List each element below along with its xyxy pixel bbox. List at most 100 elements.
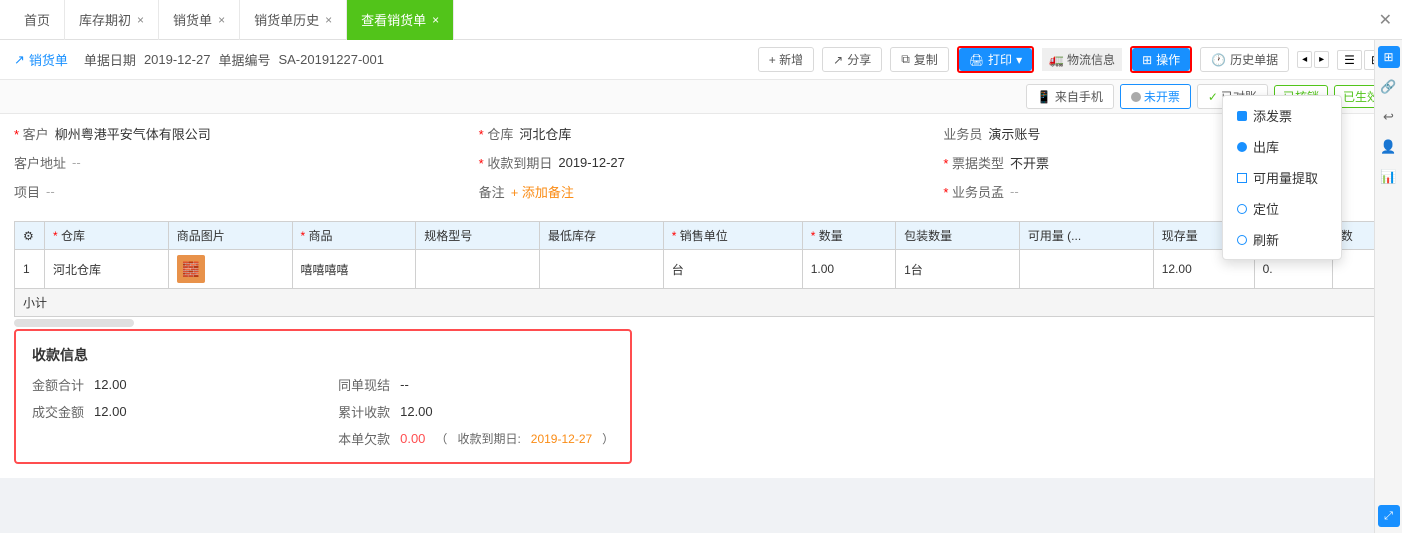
project-field: 项目 -- [14,182,459,201]
nav-next[interactable]: ▸ [1314,51,1329,68]
tab-history-close[interactable]: × [325,13,332,27]
phone-icon: 📱 [1037,90,1052,104]
row-spec [416,250,540,289]
share-button[interactable]: ↗ 分享 [822,47,882,72]
sidebar-icon-1[interactable]: ⊞ [1378,46,1400,68]
same-order-label: 同单现结 [338,375,390,394]
transaction-row: 成交金额 12.00 [32,402,308,421]
transaction-value: 12.00 [94,404,127,419]
outbound-icon [1237,142,1247,152]
nav-prev[interactable]: ◂ [1297,51,1312,68]
add-invoice-label: 添发票 [1253,106,1292,125]
tab-sales-history[interactable]: 销货单历史 × [240,0,347,40]
logistics-button[interactable]: 🚛 物流信息 [1042,48,1122,71]
sidebar-icon-4[interactable]: 👤 [1378,136,1400,158]
staff-label: 业务员 [943,124,982,143]
share-icon: ↗ [833,53,843,67]
row-product: 嘻嘻嘻嘻 [292,250,416,289]
product-image: 🧱 [177,255,205,283]
subtotal-row: 小计 [15,289,1388,317]
notes-label: 备注 [479,182,505,201]
sidebar-expand-icon[interactable]: ⤢ [1378,505,1400,527]
operations-button[interactable]: ⊞ 操作 [1132,48,1190,71]
copy-label: 复制 [914,51,938,68]
transaction-label: 成交金额 [32,402,84,421]
payment-date-field: 收款到期日 2019-12-27 [479,153,924,172]
dropdown-refresh[interactable]: 刷新 [1223,224,1341,255]
row-available [1019,250,1153,289]
summary-title: 收款信息 [32,345,614,365]
staff2-label: 业务员孟 [943,182,1004,201]
print-icon: 🖨 [969,53,984,67]
date-label: 单据日期 [84,50,136,69]
address-label: 客户地址 [14,153,66,172]
tab-inventory-close[interactable]: × [137,13,144,27]
same-order-value: -- [400,377,409,392]
outbound-label: 出库 [1253,137,1279,156]
toolbar-row: 📱 来自手机 未开票 ✓ 已对账 已核销 已生效 [0,80,1402,114]
tab-home[interactable]: 首页 [10,0,65,40]
customer-label: 客户 [14,124,49,143]
form-header-left: ↗ 销货单 单据日期 2019-12-27 单据编号 SA-20191227-0… [14,50,384,69]
summary-panel: 收款信息 金额合计 12.00 同单现结 -- 成交金额 12.00 累计收款 … [14,329,632,464]
tab-view-sales[interactable]: 查看销货单 × [347,0,454,40]
number-label: 单据编号 [218,50,270,69]
col-available: 可用量 (... [1019,222,1153,250]
from-phone-label: 来自手机 [1055,88,1103,105]
col-pack-qty: 包装数量 [896,222,1020,250]
tab-inventory-label: 库存期初 [79,10,131,29]
number-value: SA-20191227-001 [278,52,384,67]
col-settings[interactable]: ⚙ [15,222,45,250]
history-button[interactable]: 🕐 历史单据 [1200,47,1289,72]
copy-button[interactable]: ⧉ 复制 [890,47,949,72]
warehouse-label: 仓库 [479,124,514,143]
row-quantity: 1.00 [802,250,895,289]
tab-view-close[interactable]: × [432,13,439,27]
sales-order-icon: ↗ [14,52,25,68]
print-button[interactable]: 🖨 打印 ▾ [959,48,1032,71]
cumulative-value: 12.00 [400,404,433,419]
list-view-btn[interactable]: ☰ [1337,50,1362,70]
table-row: 1 河北仓库 🧱 嘻嘻嘻嘻 台 1.00 1台 [15,250,1388,289]
dropdown-outbound[interactable]: 出库 [1223,131,1341,162]
total-row: 金额合计 12.00 [32,375,308,394]
customer-field: 客户 柳州粤港平安气体有限公司 [14,124,459,143]
row-sales-unit: 台 [663,250,802,289]
available-label: 可用量提取 [1253,168,1318,187]
dropdown-add-invoice[interactable]: 添发票 [1223,100,1341,131]
tab-sales-close[interactable]: × [218,13,225,27]
tab-sales-order[interactable]: 销货单 × [159,0,240,40]
print-dropdown-icon: ▾ [1016,53,1022,67]
form-row-2: 客户地址 -- 收款到期日 2019-12-27 票据类型 不开票 [14,153,1388,172]
sidebar-icon-3[interactable]: ↩ [1378,106,1400,128]
payment-date-label: 收款到期日 [479,153,553,172]
dropdown-locate[interactable]: 定位 [1223,193,1341,224]
address-value: -- [72,155,81,170]
plus-icon: + [511,185,519,200]
horizontal-scrollbar[interactable] [14,319,134,327]
row-pack-qty: 1台 [896,250,1020,289]
right-sidebar: ⊞ 🔗 ↩ 👤 📊 ⤢ [1374,40,1402,533]
payment-date-value: 2019-12-27 [558,155,625,170]
not-open-btn[interactable]: 未开票 [1120,84,1191,109]
from-phone-btn[interactable]: 📱 来自手机 [1026,84,1114,109]
operations-label: 操作 [1156,51,1180,68]
notes-add-btn[interactable]: + 添加备注 [511,182,574,201]
print-highlight: 🖨 打印 ▾ [957,46,1034,73]
main-content: ↗ 销货单 单据日期 2019-12-27 单据编号 SA-20191227-0… [0,40,1402,478]
tab-close-main[interactable]: ✕ [1379,10,1392,30]
available-icon [1237,173,1247,183]
due-row: 本单欠款 0.00 （ 收款到期日: 2019-12-27 ） [338,429,614,448]
sidebar-icon-2[interactable]: 🔗 [1378,76,1400,98]
logistics-label: 物流信息 [1067,51,1115,68]
new-button[interactable]: + 新增 [758,47,814,72]
form-meta: 单据日期 2019-12-27 单据编号 SA-20191227-001 [84,50,384,69]
tab-inventory-init[interactable]: 库存期初 × [65,0,159,40]
current-due-value: 0.00 [400,431,425,446]
table-container: ⚙ 仓库 商品图片 商品 规格型号 最低库存 销售单位 数量 包装数量 可用量 … [14,221,1388,317]
sidebar-icon-5[interactable]: 📊 [1378,166,1400,188]
form-header: ↗ 销货单 单据日期 2019-12-27 单据编号 SA-20191227-0… [0,40,1402,80]
col-product: 商品 [292,222,416,250]
dropdown-available[interactable]: 可用量提取 [1223,162,1341,193]
due-date-label: 收款到期日: [457,430,520,447]
